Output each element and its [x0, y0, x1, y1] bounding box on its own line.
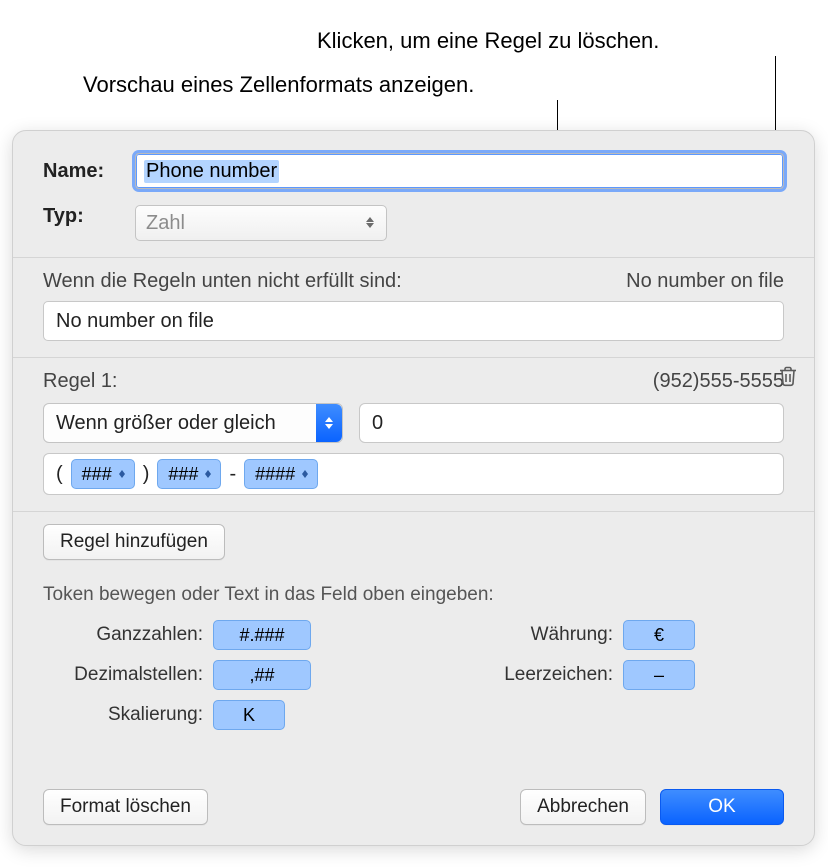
format-token[interactable]: ###	[71, 459, 135, 489]
else-rule-input[interactable]: No number on file	[43, 301, 784, 341]
rule-1-preview: (952)555-5555	[653, 370, 784, 393]
else-rule-label: Wenn die Regeln unten nicht erfüllt sind…	[43, 270, 402, 293]
drag-integers-label: Ganzzahlen:	[43, 624, 203, 646]
rule-condition-select[interactable]: Wenn größer oder gleich	[43, 403, 343, 443]
type-select[interactable]: Zahl	[135, 205, 387, 241]
type-select-value: Zahl	[146, 212, 185, 235]
rule-condition-value-input[interactable]: 0	[359, 403, 784, 443]
cancel-button[interactable]: Abbrechen	[520, 789, 646, 825]
drag-decimals-label: Dezimalstellen:	[43, 664, 203, 686]
else-rule-section: Wenn die Regeln unten nicht erfüllt sind…	[43, 270, 784, 341]
divider	[13, 357, 814, 358]
chevron-updown-icon	[316, 404, 342, 442]
format-token[interactable]: ####	[244, 459, 318, 489]
format-token[interactable]: ###	[157, 459, 221, 489]
drag-currency-token[interactable]: €	[623, 620, 695, 650]
custom-format-dialog: Name: Phone number Typ: Zahl Wenn die Re…	[12, 130, 815, 846]
chevron-updown-icon	[118, 470, 126, 478]
else-rule-preview: No number on file	[626, 270, 784, 293]
literal-dash: -	[227, 463, 238, 486]
ok-button[interactable]: OK	[660, 789, 784, 825]
drag-space-label: Leerzeichen:	[483, 664, 613, 686]
dialog-footer: Format löschen Abbrechen OK	[43, 789, 784, 825]
chevron-updown-icon	[301, 470, 309, 478]
drag-space-token[interactable]: –	[623, 660, 695, 690]
drag-currency-label: Währung:	[483, 624, 613, 646]
chevron-updown-icon	[362, 210, 378, 234]
delete-format-button[interactable]: Format löschen	[43, 789, 208, 825]
literal-open-paren: (	[54, 463, 65, 486]
divider	[13, 257, 814, 258]
annotation-preview-format: Vorschau eines Zellenformats anzeigen.	[83, 72, 474, 98]
rule-1-section: Regel 1: (952)555-5555 Wenn größer oder …	[43, 370, 784, 495]
add-rule-button[interactable]: Regel hinzufügen	[43, 524, 225, 560]
chevron-updown-icon	[204, 470, 212, 478]
drag-integers-token[interactable]: #.###	[213, 620, 311, 650]
type-label: Typ:	[43, 205, 123, 228]
name-input[interactable]: Phone number	[135, 153, 784, 189]
drag-decimals-token[interactable]: ,##	[213, 660, 311, 690]
annotation-delete-rule: Klicken, um eine Regel zu löschen.	[317, 28, 659, 54]
rule-condition-value: 0	[372, 412, 383, 435]
drag-scale-token[interactable]: K	[213, 700, 285, 730]
divider	[13, 511, 814, 512]
drag-tokens-hint: Token bewegen oder Text in das Feld oben…	[43, 584, 784, 606]
literal-close-paren: )	[141, 463, 152, 486]
name-label: Name:	[43, 160, 123, 183]
rule-format-field[interactable]: ( ### ) ### - ####	[43, 453, 784, 495]
name-input-value: Phone number	[144, 160, 279, 183]
else-rule-input-value: No number on file	[56, 310, 214, 333]
trash-icon[interactable]	[776, 364, 802, 390]
rule-condition-label: Wenn größer oder gleich	[56, 412, 276, 435]
drag-scale-label: Skalierung:	[43, 704, 203, 726]
rule-1-label: Regel 1:	[43, 370, 118, 393]
drag-tokens-area: Ganzzahlen: #.### Währung: € Dezimalstel…	[43, 620, 733, 730]
